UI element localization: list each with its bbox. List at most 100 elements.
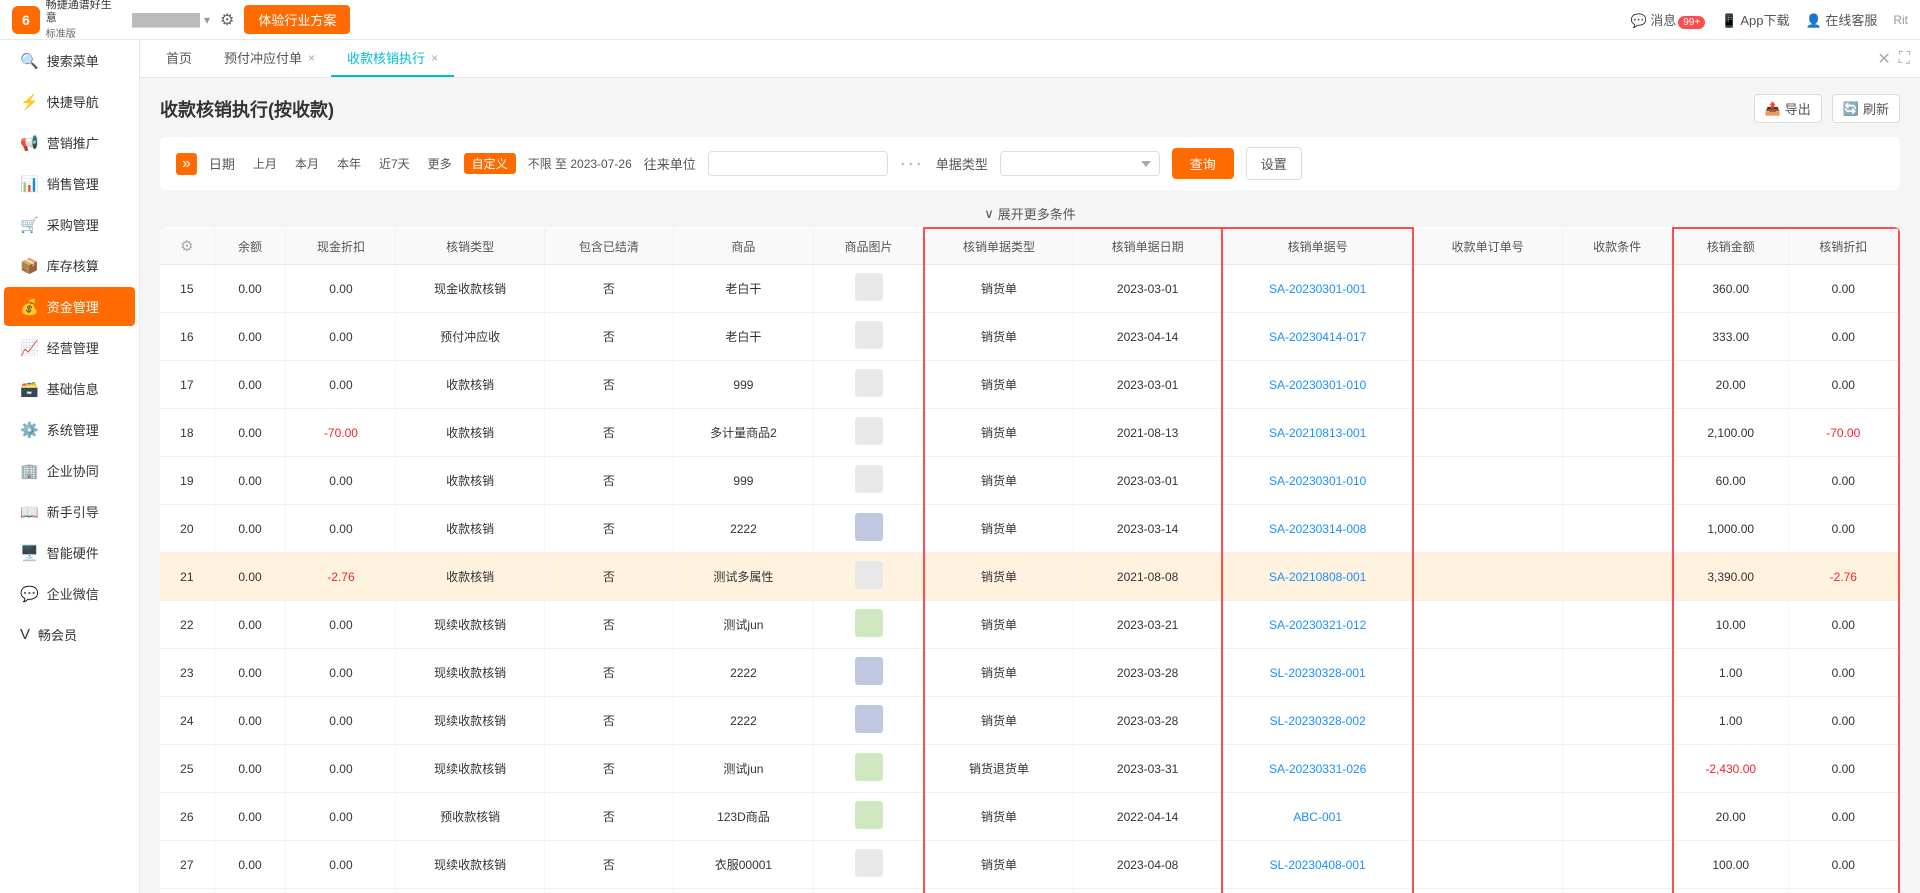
- sidebar-item-search[interactable]: 🔍 搜索菜单: [4, 41, 135, 80]
- cell-goods-img: [813, 265, 924, 313]
- cell-cash-discount: -2.76: [286, 553, 396, 601]
- gear-icon[interactable]: ⚙: [220, 10, 234, 30]
- cell-goods: 2222: [674, 649, 814, 697]
- sidebar-item-finance[interactable]: 💰 资金管理: [4, 287, 135, 326]
- bill-no-link[interactable]: SA-20230301-010: [1269, 474, 1366, 488]
- refresh-button[interactable]: 🔄 刷新: [1832, 94, 1900, 123]
- cell-cancel-bill-type: 销货单: [924, 265, 1073, 313]
- tab-cancellation[interactable]: 收款核销执行 ×: [331, 40, 454, 77]
- cell-num: 20: [160, 505, 214, 553]
- sidebar-label-search: 搜索菜单: [47, 51, 99, 70]
- cell-cash-discount: 0.00: [286, 601, 396, 649]
- table-row: 21 0.00 -2.76 收款核销 否 测试多属性 销货单 2021-08-0…: [160, 553, 1899, 601]
- bill-no-link[interactable]: SL-20230408-001: [1270, 858, 1366, 872]
- cell-cancel-discount: 0.00: [1788, 457, 1899, 505]
- sidebar-item-inventory[interactable]: 📦 库存核算: [4, 246, 135, 285]
- more-date-btn[interactable]: 更多: [422, 153, 458, 174]
- this-year-btn[interactable]: 本年: [331, 153, 367, 174]
- cell-receipt-order-no: [1413, 841, 1562, 889]
- message-icon[interactable]: 💬 消息99+: [1630, 10, 1705, 29]
- sidebar-item-marketing[interactable]: 📢 营销推广: [4, 123, 135, 162]
- cell-cancel-amount: 1.00: [1673, 649, 1788, 697]
- custom-date-btn[interactable]: 自定义: [464, 153, 516, 174]
- table-row: 22 0.00 0.00 现续收款核销 否 测试jun 销货单 2023-03-…: [160, 601, 1899, 649]
- settings-button[interactable]: 设置: [1246, 147, 1302, 180]
- from-unit-input[interactable]: [708, 151, 888, 176]
- cell-receipt-condition: [1562, 265, 1673, 313]
- bill-no-link[interactable]: SL-20230328-002: [1270, 714, 1366, 728]
- th-gear[interactable]: ⚙: [160, 228, 214, 265]
- tab-prepay[interactable]: 预付冲应付单 ×: [208, 40, 331, 77]
- th-cancel-bill-date: 核销单据日期: [1073, 228, 1222, 265]
- bill-no-link[interactable]: SA-20230301-001: [1269, 282, 1366, 296]
- sidebar-item-hardware[interactable]: 🖥️ 智能硬件: [4, 533, 135, 572]
- filter-collapse-button[interactable]: »: [176, 153, 197, 175]
- app-download-link[interactable]: 📱 App下载: [1721, 10, 1789, 29]
- bill-no-link[interactable]: SA-20230321-012: [1269, 618, 1366, 632]
- table-row: 19 0.00 0.00 收款核销 否 999 销货单 2023-03-01 S…: [160, 457, 1899, 505]
- main-layout: 🔍 搜索菜单 ⚡ 快捷导航 📢 营销推广 📊 销售管理 🛒 采购管理 📦 库存核…: [0, 40, 1920, 893]
- cell-receipt-condition: [1562, 361, 1673, 409]
- bill-type-select[interactable]: [1000, 151, 1160, 176]
- maximize-icon[interactable]: ⛶: [1899, 50, 1910, 68]
- cell-cancel-bill-date: 2023-03-01: [1073, 361, 1222, 409]
- bill-no-link[interactable]: SA-20230414-017: [1269, 330, 1366, 344]
- cell-goods: 2222: [674, 889, 814, 893]
- title-actions: 📤 导出 🔄 刷新: [1754, 94, 1900, 123]
- export-button[interactable]: 📤 导出: [1754, 94, 1822, 123]
- sidebar: 🔍 搜索菜单 ⚡ 快捷导航 📢 营销推广 📊 销售管理 🛒 采购管理 📦 库存核…: [0, 40, 140, 893]
- sidebar-item-sales[interactable]: 📊 销售管理: [4, 164, 135, 203]
- cell-goods-img: [813, 745, 924, 793]
- industry-solution-button[interactable]: 体验行业方案: [244, 5, 350, 34]
- cell-goods: 测试多属性: [674, 553, 814, 601]
- sidebar-item-system[interactable]: ⚙️ 系统管理: [4, 410, 135, 449]
- cell-cancel-bill-no: SA-20230414-017: [1222, 313, 1412, 361]
- sidebar-item-guide[interactable]: 📖 新手引导: [4, 492, 135, 531]
- tab-home[interactable]: 首页: [150, 40, 208, 77]
- cell-include-settled: 否: [544, 697, 673, 745]
- sidebar-item-wechat[interactable]: 💬 企业微信: [4, 574, 135, 613]
- tab-prepay-close[interactable]: ×: [308, 51, 315, 65]
- bill-no-link[interactable]: SA-20230331-026: [1269, 762, 1366, 776]
- sidebar-item-purchase[interactable]: 🛒 采购管理: [4, 205, 135, 244]
- th-cancel-amount: 核销金额: [1673, 228, 1788, 265]
- last-7days-btn[interactable]: 近7天: [373, 153, 416, 174]
- sidebar-label-sales: 销售管理: [47, 174, 99, 193]
- cell-receipt-condition: [1562, 889, 1673, 893]
- cell-receipt-condition: [1562, 649, 1673, 697]
- cell-goods: 老白干: [674, 265, 814, 313]
- cell-goods-img: [813, 697, 924, 745]
- bill-no-link[interactable]: ABC-001: [1293, 810, 1342, 824]
- cell-include-settled: 否: [544, 601, 673, 649]
- bill-no-link[interactable]: SA-20210813-001: [1269, 426, 1366, 440]
- bill-no-link[interactable]: SA-20210808-001: [1269, 570, 1366, 584]
- app-dropdown[interactable]: ████████ ▾: [132, 13, 210, 27]
- cell-receipt-order-no: [1413, 889, 1562, 893]
- table-row: 17 0.00 0.00 收款核销 否 999 销货单 2023-03-01 S…: [160, 361, 1899, 409]
- search-menu-icon: 🔍: [20, 52, 39, 70]
- sidebar-item-operations[interactable]: 📈 经营管理: [4, 328, 135, 367]
- query-button[interactable]: 查询: [1172, 148, 1234, 179]
- sidebar-item-vip[interactable]: V 畅会员: [4, 615, 135, 654]
- this-month-btn[interactable]: 本月: [289, 153, 325, 174]
- cell-balance: 0.00: [214, 697, 286, 745]
- filter-bar: » 日期 上月 本月 本年 近7天 更多 自定义 不限 至 2023-07-26…: [160, 137, 1900, 190]
- last-month-btn[interactable]: 上月: [247, 153, 283, 174]
- bill-no-link[interactable]: SA-20230314-008: [1269, 522, 1366, 536]
- tab-cancellation-close[interactable]: ×: [431, 51, 438, 65]
- table-header-row: ⚙ 余额 现金折扣 核销类型 包含已结清 商品 商品图片 核销单据类型 核销单据…: [160, 228, 1899, 265]
- online-service-link[interactable]: 👤 在线客服: [1806, 10, 1878, 29]
- bill-no-link[interactable]: SL-20230328-001: [1270, 666, 1366, 680]
- sidebar-item-enterprise[interactable]: 🏢 企业协同: [4, 451, 135, 490]
- sidebar-item-quicknav[interactable]: ⚡ 快捷导航: [4, 82, 135, 121]
- expand-more-button[interactable]: ∨ 展开更多条件: [160, 200, 1900, 227]
- settings-icon: ⚙: [180, 238, 193, 255]
- bill-no-link[interactable]: SA-20230301-010: [1269, 378, 1366, 392]
- sidebar-label-guide: 新手引导: [47, 502, 99, 521]
- sidebar-item-basic-info[interactable]: 🗃️ 基础信息: [4, 369, 135, 408]
- close-window-icon[interactable]: ✕: [1877, 49, 1890, 69]
- cell-cash-discount: 0.00: [286, 697, 396, 745]
- wechat-icon: 💬: [20, 585, 39, 603]
- cell-balance: 0.00: [214, 409, 286, 457]
- cell-goods: 2222: [674, 505, 814, 553]
